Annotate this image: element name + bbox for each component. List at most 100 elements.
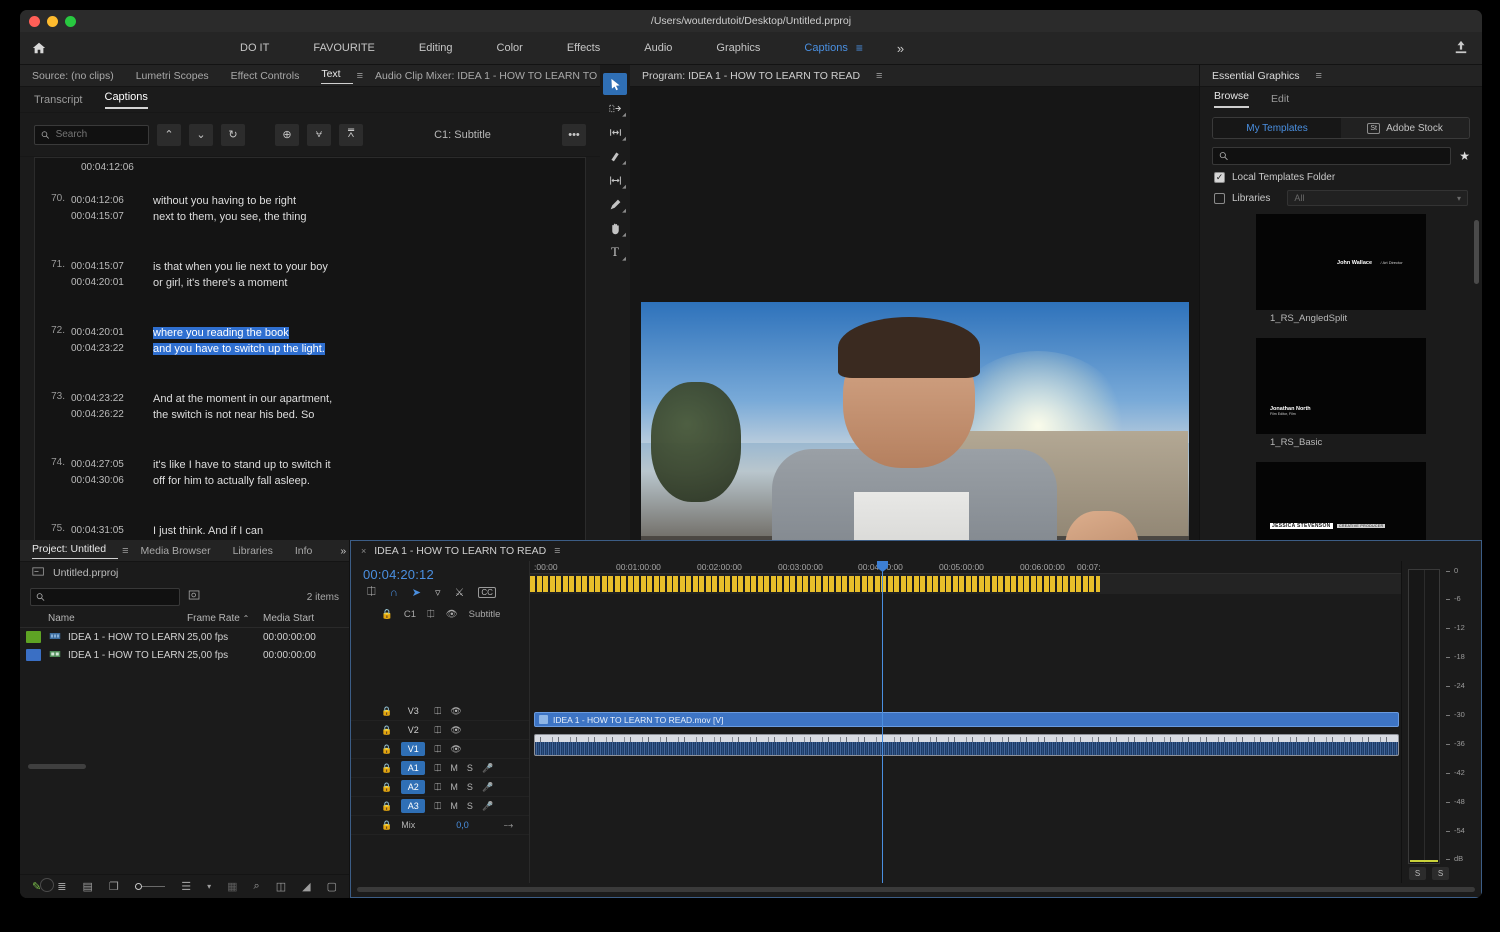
mix-level-value[interactable]: 0,0: [456, 820, 469, 830]
caption-row[interactable]: 73. 00:04:23:22 00:04:26:22 And at the m…: [35, 381, 585, 433]
split-caption-button[interactable]: ⩝: [307, 123, 331, 146]
timeline-ruler[interactable]: :00:00 00:01:00:00 00:02:00:00 00:03:00:…: [530, 561, 1401, 574]
hand-tool[interactable]: ◢: [603, 217, 627, 239]
lock-icon[interactable]: 🔒: [381, 801, 392, 812]
merge-caption-button[interactable]: ⩞: [339, 123, 363, 146]
caption-text[interactable]: where you reading the book and you have …: [143, 325, 577, 357]
video-clip[interactable]: IDEA 1 - HOW TO LEARN TO READ.mov [V]: [534, 712, 1399, 727]
libraries-row[interactable]: Libraries All ▾: [1214, 190, 1468, 206]
lock-icon[interactable]: 🔒: [381, 609, 393, 620]
target-track-icon[interactable]: ⎅: [434, 744, 441, 755]
tab-browse[interactable]: Browse: [1214, 90, 1250, 108]
project-row-name-cell[interactable]: IDEA 1 - HOW TO LEARN TO: [49, 631, 187, 644]
lock-icon[interactable]: 🔒: [381, 782, 392, 793]
caption-text[interactable]: without you having to be right next to t…: [143, 193, 577, 225]
new-bin-icon[interactable]: ◫: [276, 880, 286, 893]
tab-project[interactable]: Project: Untitled: [32, 543, 119, 559]
track-name-v2[interactable]: V2: [401, 723, 425, 737]
add-caption-button[interactable]: ⊕: [275, 123, 299, 146]
selection-tool[interactable]: [603, 73, 627, 95]
workspace-tab-audio[interactable]: Audio: [622, 42, 694, 54]
project-zoom-slider[interactable]: [134, 882, 166, 892]
mute-button-a3[interactable]: M: [450, 801, 458, 811]
templates-scrollbar[interactable]: [1474, 220, 1479, 284]
captions-search-box[interactable]: [34, 124, 149, 145]
essential-graphics-tabs[interactable]: Browse Edit: [1200, 87, 1482, 111]
track-header-a3[interactable]: 🔒 A3 ⎅ M S 🎤: [351, 797, 529, 816]
freeform-view-icon[interactable]: ❐: [109, 880, 119, 893]
v1-lane[interactable]: IDEA 1 - HOW TO LEARN TO READ.mov [V]: [530, 710, 1401, 734]
workspace-tabs[interactable]: DO IT FAVOURITE Editing Color Effects Au…: [218, 41, 904, 56]
templates-search-input[interactable]: [1233, 150, 1445, 162]
captions-icon[interactable]: CC: [478, 587, 496, 598]
slip-tool[interactable]: ◢: [603, 169, 627, 191]
workspace-tab-graphics[interactable]: Graphics: [694, 42, 782, 54]
razor-tool[interactable]: ◢: [603, 145, 627, 167]
caption-track-lane[interactable]: [530, 574, 1401, 594]
track-header-v1[interactable]: 🔒 V1 ⎅ 👁: [351, 740, 529, 759]
workspace-tab-favourite[interactable]: FAVOURITE: [291, 42, 397, 54]
templates-search-box[interactable]: [1212, 147, 1452, 165]
project-row[interactable]: IDEA 1 - HOW TO LEARN TO 25,00 fps 00:00…: [20, 646, 349, 664]
eye-icon[interactable]: 👁: [446, 609, 458, 620]
track-name-a3[interactable]: A3: [401, 799, 426, 813]
text-panel-tabs[interactable]: Source: (no clips) Lumetri Scopes Effect…: [20, 65, 629, 87]
project-panel-menu-icon[interactable]: ≡: [122, 545, 128, 557]
tab-lumetri-scopes[interactable]: Lumetri Scopes: [136, 70, 221, 82]
timeline-tool-row[interactable]: ⎅ ∩ ➤ ▿ ⚔ CC: [351, 586, 529, 605]
delete-icon[interactable]: ▢: [327, 880, 337, 893]
find-icon[interactable]: ⌕: [254, 880, 260, 893]
eye-icon[interactable]: 👁: [450, 725, 461, 736]
tab-effect-controls[interactable]: Effect Controls: [231, 70, 312, 82]
project-row[interactable]: IDEA 1 - HOW TO LEARN TO 25,00 fps 00:00…: [20, 628, 349, 646]
project-file-row[interactable]: Untitled.prproj: [20, 562, 349, 584]
add-marker-icon[interactable]: ▿: [435, 586, 441, 599]
mute-button-a2[interactable]: M: [450, 782, 458, 792]
eye-icon[interactable]: 👁: [450, 744, 461, 755]
libraries-checkbox[interactable]: [1214, 192, 1225, 204]
caption-text[interactable]: And at the moment in our apartment, the …: [143, 391, 577, 423]
timeline-header[interactable]: × IDEA 1 - HOW TO LEARN TO READ ≡: [351, 541, 1481, 561]
caption-text[interactable]: is that when you lie next to your boy or…: [143, 259, 577, 291]
timeline-settings-icon[interactable]: ⚔: [454, 586, 464, 599]
linked-selection-icon[interactable]: ➤: [412, 586, 421, 599]
minimize-window-button[interactable]: [47, 15, 58, 27]
microphone-icon[interactable]: 🎤: [482, 782, 493, 793]
template-item[interactable]: Jonathan North Film Editor, Film 1_RS_Ba…: [1256, 338, 1426, 456]
target-track-icon[interactable]: ⎅: [434, 725, 441, 736]
automate-to-sequence-icon[interactable]: ▦: [227, 880, 237, 893]
home-icon[interactable]: [20, 41, 58, 55]
filter-bin-icon[interactable]: [188, 588, 201, 606]
microphone-icon[interactable]: 🎤: [482, 763, 493, 774]
window-controls[interactable]: [29, 15, 76, 27]
meter-solo-left[interactable]: S: [1409, 867, 1426, 880]
column-header-frame-rate[interactable]: Frame Rate ⌃: [187, 613, 263, 624]
track-header-a2[interactable]: 🔒 A2 ⎅ M S 🎤: [351, 778, 529, 797]
caption-text[interactable]: I just think. And if I can: [143, 523, 577, 539]
lock-icon[interactable]: 🔒: [381, 763, 392, 774]
captions-more-button[interactable]: •••: [562, 123, 586, 146]
audio-clip[interactable]: [534, 734, 1399, 756]
local-templates-row[interactable]: ✓ Local Templates Folder: [1214, 172, 1482, 183]
captions-search-input[interactable]: [55, 129, 142, 140]
lock-icon[interactable]: 🔒: [381, 706, 392, 717]
local-templates-checkbox[interactable]: ✓: [1214, 172, 1225, 183]
tab-libraries[interactable]: Libraries: [233, 545, 285, 557]
sort-icon[interactable]: ☰: [181, 880, 191, 893]
previous-caption-button[interactable]: ⌃: [157, 123, 181, 146]
caption-blocks[interactable]: [530, 576, 1100, 592]
track-name-a1[interactable]: A1: [401, 761, 426, 775]
mute-button-a1[interactable]: M: [450, 763, 458, 773]
caption-row[interactable]: 74. 00:04:27:05 00:04:30:06 it's like I …: [35, 447, 585, 499]
pan-icon[interactable]: ⤍: [504, 820, 513, 831]
project-panel-tabs[interactable]: Project: Untitled ≡ Media Browser Librar…: [20, 540, 349, 562]
lock-icon[interactable]: 🔒: [381, 744, 392, 755]
eye-icon[interactable]: 👁: [450, 706, 461, 717]
refresh-captions-button[interactable]: ↻: [221, 123, 245, 146]
target-track-icon[interactable]: ⎅: [434, 763, 441, 774]
template-source-toggle[interactable]: My Templates St Adobe Stock: [1212, 117, 1470, 139]
timeline-playhead[interactable]: [882, 561, 883, 883]
solo-button-a2[interactable]: S: [467, 782, 473, 792]
track-header-v3[interactable]: 🔒 V3 ⎅ 👁: [351, 702, 529, 721]
workspace-tab-do-it[interactable]: DO IT: [218, 42, 291, 54]
